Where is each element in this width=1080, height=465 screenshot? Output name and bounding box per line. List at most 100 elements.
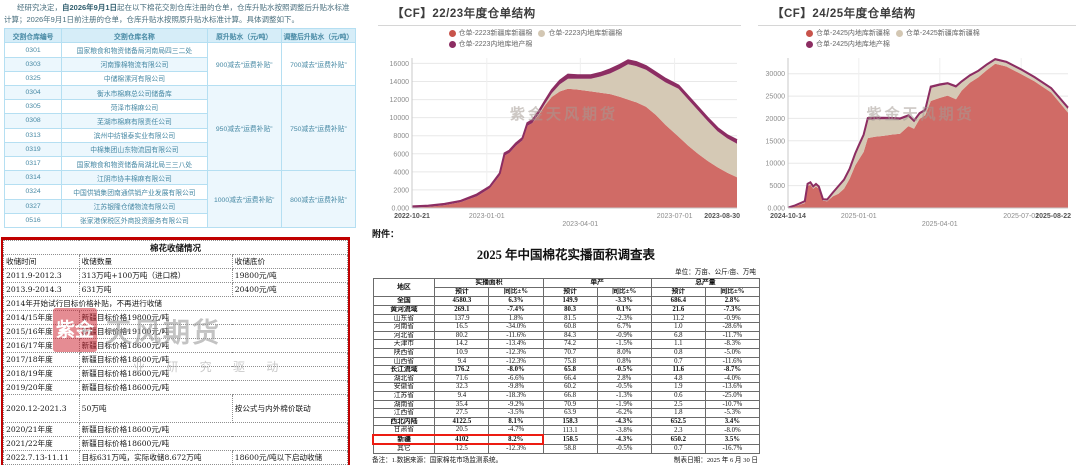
region-cell: 天津市 (372, 339, 436, 349)
legend-dot-icon (448, 40, 456, 48)
region-cell: 河北省 (372, 330, 436, 341)
region-cell: 河南省 (372, 322, 436, 332)
value-cell: 27.5 (434, 408, 490, 418)
value-cell: -10.7% (704, 399, 761, 410)
y-tick-label: 5000 (769, 183, 785, 190)
reserve-price-cell: 18600元/吨以下启动收储 (231, 450, 349, 465)
column-header: 收储数量 (78, 254, 233, 269)
y-tick-label: 30000 (766, 71, 786, 78)
column-header: 调整后升贴水（元/吨） (280, 28, 357, 44)
new-premium-cell: 750减去“运费补贴” (280, 84, 357, 172)
warehouse-name-cell: 江苏银隆仓储物流有限公司 (61, 198, 208, 214)
column-header: 原升贴水（元/吨） (206, 28, 282, 44)
table-row: 西北内陆 4122.5 8.1% 158.3 -4.3% 652.5 3.4% (372, 416, 761, 427)
value-cell: 0.8 (650, 347, 706, 358)
warehouse-code-cell: 0303 (3, 56, 63, 72)
warehouse-name-cell: 中储棉漯河有限公司 (61, 70, 208, 87)
column-header: 收储底价 (231, 254, 349, 269)
value-cell: 2.3 (650, 425, 706, 436)
table-row: 江西省 27.5 -3.5% 63.9 -6.2% 1.8 -5.3% (372, 408, 761, 418)
warehouse-name-cell: 芜湖市棉麻有限责任公司 (61, 113, 208, 129)
survey-notes: 备注：1.数据来源：国家棉花市场监测系统。 制表日期：2025 年 6 月 30… (372, 456, 760, 465)
reserve-table-title: 棉花收储情况 (3, 240, 348, 255)
chart-title: 【CF】22/23年度仓单结构 (378, 0, 741, 26)
value-cell: 80.3 (542, 304, 598, 315)
table-row: 0301 国家粮食和物资储备局河南局四三二处 900减去“运费补贴” 700减去“运费… (3, 42, 357, 86)
region-cell: 安徽省 (372, 382, 436, 392)
value-cell: 66.4 (542, 373, 598, 384)
reserve-price-cell: 新疆目标价格18600元/吨 (78, 352, 349, 367)
table-row: 0304 衡水市棉麻总公司储备库 950减去“运费补贴” 750减去“运费补贴” (3, 84, 357, 172)
value-cell: 75.8 (542, 356, 598, 367)
value-cell: 269.1 (434, 304, 490, 315)
table-row: 2014/15年度 新疆目标价格19800元/吨 (3, 310, 349, 325)
region-header: 地区 (372, 277, 436, 298)
value-cell: 650.2 (650, 434, 706, 445)
table-row: 2020.12-2021.3 50万吨 按公式与内外棉价联动 (3, 394, 349, 423)
table-row: 长江流域 176.2 -8.0% 65.8 -0.5% 11.6 -8.7% (372, 365, 761, 375)
region-cell: 湖南省 (372, 399, 436, 410)
value-cell: -3.5% (488, 408, 544, 418)
table-row: 2015/16年度 新疆目标价格19100元/吨 (3, 324, 349, 339)
reserve-price-cell: 新疆目标价格18600元/吨 (78, 380, 349, 395)
value-cell: -1.3% (596, 390, 652, 401)
reserve-period-cell: 2014/15年度 (3, 310, 80, 325)
value-cell: -5.3% (704, 408, 761, 418)
legend-item: 仓单-2425新疆库新疆棉 (895, 28, 980, 38)
value-cell: 4102 (434, 433, 490, 446)
x-tick-label: 2025-04-01 (922, 221, 958, 228)
value-cell: -12.3% (488, 347, 544, 358)
reserve-period-cell: 2016/17年度 (3, 338, 80, 353)
legend-dot-icon (806, 40, 813, 48)
reserve-span-cell: 2014年开始试行目标价格补贴，不再进行收储 (3, 296, 348, 311)
warehouse-code-cell: 0305 (3, 99, 63, 115)
region-cell: 新疆 (372, 433, 436, 446)
reserve-price-cell: 新疆目标价格18600元/吨 (78, 422, 349, 437)
legend-item: 仓单-2425内地库地产棉 (806, 39, 890, 49)
region-cell: 山东省 (372, 313, 436, 324)
table-row: 山东省 137.9 1.8% 81.5 -2.3% 11.2 -0.9% (372, 313, 761, 324)
value-cell: -2.3% (596, 313, 652, 324)
reserve-price-cell: 19800元/吨 (231, 268, 349, 283)
value-cell: 0.6 (650, 390, 706, 401)
value-cell: -34.0% (488, 322, 544, 332)
legend-label: 仓单-2223内地库地产棉 (458, 41, 533, 48)
warehouse-code-cell: 0304 (3, 84, 63, 101)
table-row: 全国 4580.3 6.3% 149.9 -3.3% 686.4 2.8% (372, 296, 761, 306)
table-row: 2018/19年度 新疆目标价格18600元/吨 (3, 366, 349, 381)
warehouse-name-cell: 菏泽市棉麻公司 (61, 99, 208, 115)
region-cell: 西北内陆 (372, 416, 436, 427)
value-cell: -0.9% (704, 313, 761, 324)
value-cell: -5.0% (704, 347, 761, 358)
value-cell: 14.2 (434, 339, 490, 349)
reserve-price-cell: 新疆目标价格18600元/吨 (78, 436, 349, 451)
value-cell: 0.7 (650, 356, 706, 367)
reserve-qty-cell: 目标631万吨，实际收储8.672万吨 (78, 450, 233, 465)
value-cell: -6.2% (596, 408, 652, 418)
value-cell: 1.1 (650, 339, 706, 349)
column-subheader: 同比±% (704, 287, 761, 298)
reserve-price-cell: 新疆目标价格19800元/吨 (78, 310, 349, 325)
value-cell: 63.9 (542, 408, 598, 418)
region-cell: 江苏省 (372, 390, 436, 401)
value-cell: 1.8 (650, 408, 706, 418)
warehouse-code-cell: 0317 (3, 155, 63, 172)
table-row: 甘肃省 20.5 -4.7% 113.1 -3.8% 2.3 -8.0% (372, 425, 761, 436)
value-cell: -11.6% (704, 356, 761, 367)
value-cell: -8.0% (488, 365, 544, 375)
warehouse-code-cell: 0516 (3, 212, 63, 228)
table-row: 天津市 14.2 -13.4% 74.2 -1.5% 1.1 -8.3% (372, 339, 761, 349)
value-cell: 158.5 (542, 434, 598, 445)
value-cell: 6.3% (488, 296, 544, 306)
attachment-label: 附件： (372, 229, 400, 239)
y-tick-label: 12000 (390, 97, 410, 104)
table-row: 2020/21年度 新疆目标价格18600元/吨 (3, 422, 349, 437)
y-tick-label: 0.000 (391, 206, 409, 213)
y-tick-label: 10000 (766, 161, 786, 168)
value-cell: -11.6% (488, 330, 544, 341)
warehouse-code-cell: 0319 (3, 141, 63, 157)
table-row: 河北省 80.2 -11.6% 84.3 -0.9% 6.8 -11.7% (372, 330, 761, 341)
y-tick-label: 25000 (766, 94, 786, 101)
value-cell: 0.7 (650, 443, 706, 455)
reserve-period-cell: 2022.7.13-11.11 (3, 450, 80, 465)
